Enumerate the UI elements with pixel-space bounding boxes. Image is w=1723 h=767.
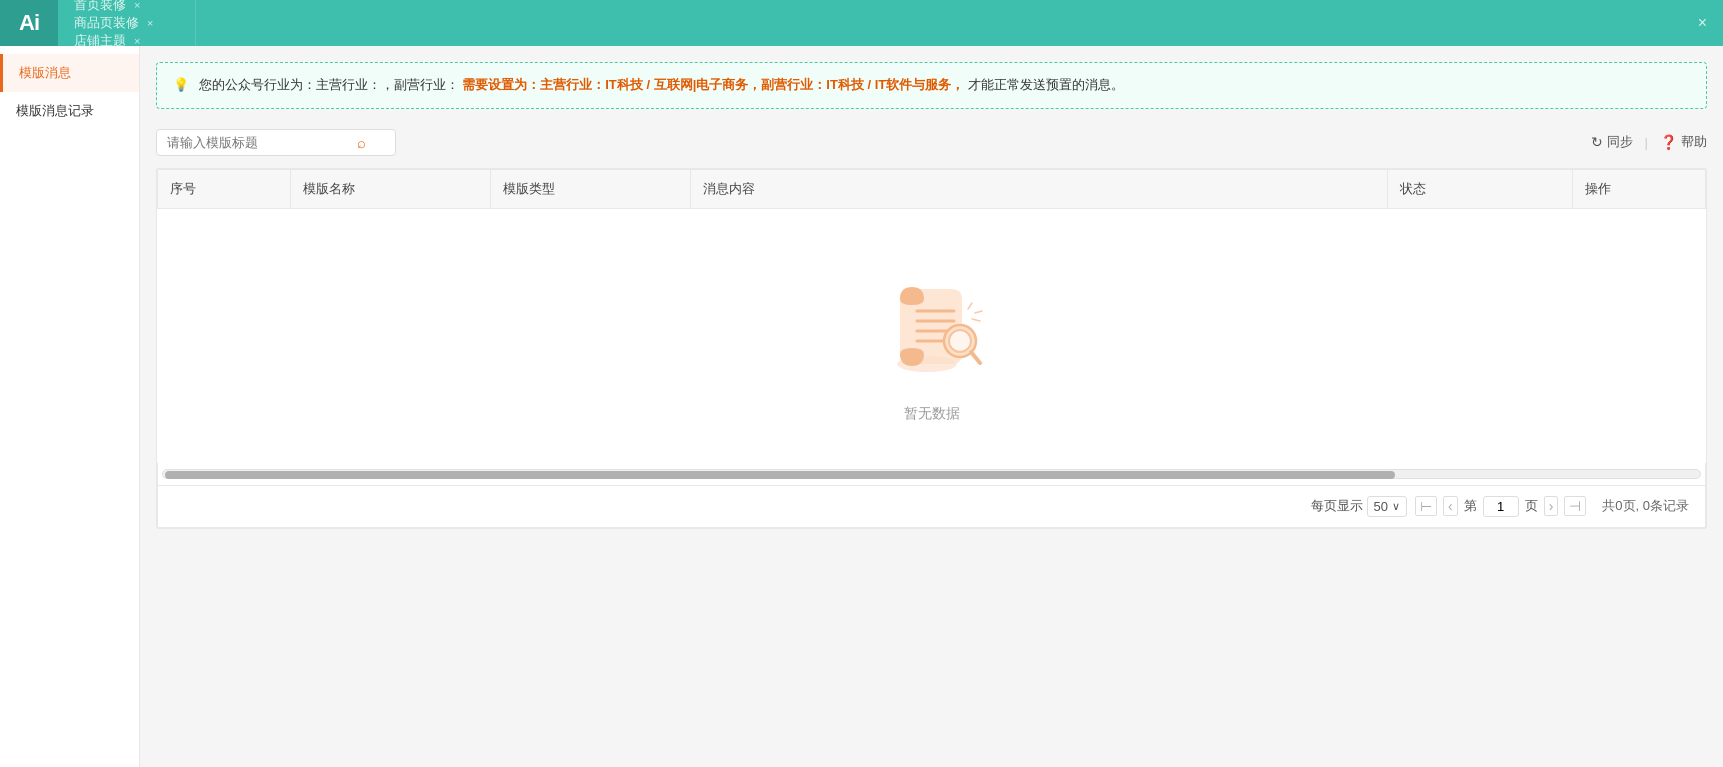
empty-state: 暂无数据 xyxy=(157,209,1706,463)
first-page-button[interactable]: ⊢ xyxy=(1415,496,1437,516)
search-bar: ⌕ ↻ 同步 | ❓ 帮助 xyxy=(156,129,1707,156)
next-page-button[interactable]: › xyxy=(1544,496,1559,516)
per-page-select: 每页显示 50 ∨ xyxy=(1311,496,1407,517)
table-header-row: 序号模版名称模版类型消息内容状态操作 xyxy=(158,169,1706,208)
data-table: 序号模版名称模版类型消息内容状态操作 xyxy=(157,169,1706,209)
sidebar-item-label: 模版消息 xyxy=(19,65,71,80)
scrollbar-thumb[interactable] xyxy=(165,471,1395,479)
nav-tab-close[interactable]: × xyxy=(147,17,153,29)
help-icon: ❓ xyxy=(1660,134,1677,150)
svg-line-7 xyxy=(971,352,980,363)
notice-highlight: 需要设置为：主营行业：IT科技 / 互联网|电子商务，副营行业：IT科技 / I… xyxy=(462,77,964,92)
nav-tab-close[interactable]: × xyxy=(134,35,140,46)
per-page-chevron: ∨ xyxy=(1392,500,1400,513)
sidebar-item-label: 模版消息记录 xyxy=(16,103,94,118)
prev-page-button[interactable]: ‹ xyxy=(1443,496,1458,516)
search-input[interactable] xyxy=(167,135,357,150)
nav-tab-label: 店铺主题 xyxy=(74,32,126,46)
sidebar-item-template-msg[interactable]: 模版消息 xyxy=(0,54,139,92)
logo: Ai xyxy=(0,0,58,46)
notice-suffix: 才能正常发送预置的消息。 xyxy=(968,77,1124,92)
notice-box: 💡 您的公众号行业为：主营行业：，副营行业： 需要设置为：主营行业：IT科技 /… xyxy=(156,62,1707,109)
per-page-label: 每页显示 xyxy=(1311,497,1363,515)
empty-illustration xyxy=(872,269,992,389)
nav-tab-label: 首页装修 xyxy=(74,0,126,14)
svg-line-8 xyxy=(968,303,972,309)
help-label: 帮助 xyxy=(1681,133,1707,151)
search-actions: ↻ 同步 | ❓ 帮助 xyxy=(1591,133,1707,151)
sidebar-items-container: 模版消息模版消息记录 xyxy=(0,54,139,130)
main-layout: 模版消息模版消息记录 💡 您的公众号行业为：主营行业：，副营行业： 需要设置为：… xyxy=(0,46,1723,767)
help-button[interactable]: ❓ 帮助 xyxy=(1660,133,1707,151)
col-header-index: 序号 xyxy=(158,169,291,208)
top-nav: Ai 首页微商城店铺设置×商品分类设置×首页装修×商品页装修×店铺主题×开通公众… xyxy=(0,0,1723,46)
total-info: 共0页, 0条记录 xyxy=(1602,497,1689,515)
col-header-name: 模版名称 xyxy=(290,169,490,208)
page-unit: 页 xyxy=(1525,497,1538,515)
scrollbar-track[interactable] xyxy=(162,469,1701,479)
nav-tabs-container: 首页微商城店铺设置×商品分类设置×首页装修×商品页装修×店铺主题×开通公众号商城… xyxy=(58,0,196,46)
page-input[interactable] xyxy=(1483,496,1519,517)
svg-line-9 xyxy=(975,311,982,313)
col-header-type: 模版类型 xyxy=(490,169,690,208)
col-header-action: 操作 xyxy=(1573,169,1706,208)
scrollbar-wrap xyxy=(157,463,1706,486)
divider: | xyxy=(1645,135,1648,150)
empty-text: 暂无数据 xyxy=(904,405,960,423)
search-input-wrap[interactable]: ⌕ xyxy=(156,129,396,156)
nav-tab-close[interactable]: × xyxy=(134,0,140,11)
last-page-button[interactable]: ⊣ xyxy=(1564,496,1586,516)
page-nav: ⊢ ‹ 第 页 › ⊣ xyxy=(1415,496,1586,517)
nav-tab-label: 商品页装修 xyxy=(74,14,139,32)
per-page-value: 50 xyxy=(1374,499,1388,514)
nav-tab-productpage[interactable]: 商品页装修 × xyxy=(58,14,196,32)
per-page-dropdown[interactable]: 50 ∨ xyxy=(1367,496,1407,517)
sidebar-item-template-record[interactable]: 模版消息记录 xyxy=(0,92,139,130)
col-header-content: 消息内容 xyxy=(691,169,1388,208)
search-icon[interactable]: ⌕ xyxy=(357,134,366,151)
notice-prefix: 您的公众号行业为：主营行业：，副营行业： xyxy=(199,77,459,92)
svg-point-6 xyxy=(949,330,971,352)
page-label: 第 xyxy=(1464,497,1477,515)
sync-button[interactable]: ↻ 同步 xyxy=(1591,133,1633,151)
table-wrapper: 序号模版名称模版类型消息内容状态操作 xyxy=(156,168,1707,529)
sync-label: 同步 xyxy=(1607,133,1633,151)
svg-line-10 xyxy=(972,319,980,321)
sync-icon: ↻ xyxy=(1591,134,1603,150)
notice-icon: 💡 xyxy=(173,77,189,92)
logo-text: Ai xyxy=(19,10,39,36)
nav-tab-theme[interactable]: 店铺主题 × xyxy=(58,32,196,46)
sidebar: 模版消息模版消息记录 xyxy=(0,46,140,767)
close-all-button[interactable]: × xyxy=(1682,0,1723,46)
pagination-wrap: 每页显示 50 ∨ ⊢ ‹ 第 页 › ⊣ 共0页, 0条记录 xyxy=(157,486,1706,528)
col-header-status: 状态 xyxy=(1387,169,1573,208)
nav-tab-homepage[interactable]: 首页装修 × xyxy=(58,0,196,14)
content-area: 💡 您的公众号行业为：主营行业：，副营行业： 需要设置为：主营行业：IT科技 /… xyxy=(140,46,1723,767)
